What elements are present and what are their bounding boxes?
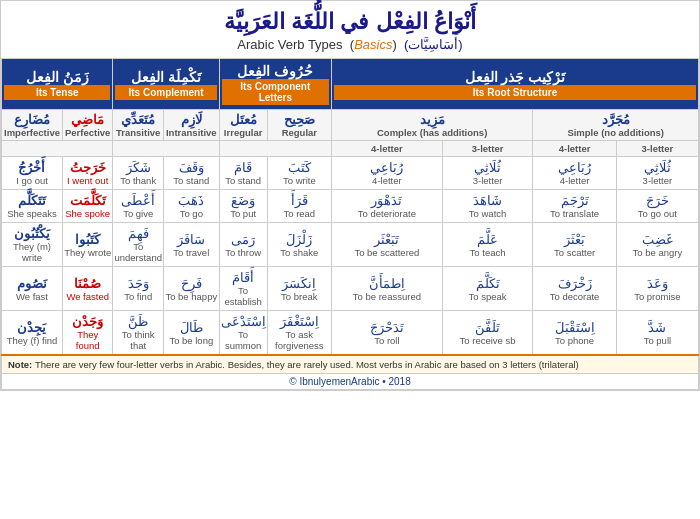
table-row: يَكْتُبُون They (m) write كَتَبُوا They … [2, 223, 699, 267]
subheader-irregular: مُعتَل Irregular [219, 110, 267, 141]
comp-empty [113, 141, 219, 157]
c4-label: 4-letter [332, 141, 443, 157]
cell-perf: خَرَجتُ I went out [62, 157, 112, 190]
subheader-intransitive: لَازِم Intransitive [163, 110, 219, 141]
table-row: يَجِدْن They (f) find وَجَدْن They found… [2, 311, 699, 356]
tense-empty [2, 141, 113, 157]
cell-intrans: سَافَرَ To travel [163, 223, 219, 267]
cell-irreg: أَقَامَ To establish [219, 267, 267, 311]
cell-intrans: ذَهَبَ To go [163, 190, 219, 223]
cell-trans: شَكَرَ To thank [113, 157, 164, 190]
s4-label: 4-letter [533, 141, 616, 157]
cell-intrans: وَقَفَ To stand [163, 157, 219, 190]
cell-intrans: طَالَ To be long [163, 311, 219, 356]
letter-count-row: 4-letter 3-letter 4-letter 3-letter [2, 141, 699, 157]
cell-irreg: وَضَعَ To put [219, 190, 267, 223]
cell-trans: فَهِمَ To understand [113, 223, 164, 267]
table-row: نَصُوم We fast صُمْنَا We fasted وَجَدَ … [2, 267, 699, 311]
note-label: Note: [8, 359, 35, 370]
cell-s4: اِسْتَقْبَلَ To phone [533, 311, 616, 356]
cell-s4: زَخْرَفَ To decorate [533, 267, 616, 311]
subheader-imperfective: مُضَارِع Imperfective [2, 110, 63, 141]
cell-c4: رُبَاعِي 4-letter [332, 157, 443, 190]
cell-c3: عَلَّمَ To teach [442, 223, 533, 267]
cell-s4: بَعْثَرَ To scatter [533, 223, 616, 267]
cell-s3: شَدَّ To pull [616, 311, 698, 356]
cell-s3: خَرَجَ To go out [616, 190, 698, 223]
header-root: تَرْكِيب جَذر الفِعل Its Root Structure [332, 59, 699, 110]
cell-perf: تَكَلَّمَت She spoke [62, 190, 112, 223]
cell-s3: وَعَدَ To promise [616, 267, 698, 311]
cell-intrans: فَرِحَ To be happy [163, 267, 219, 311]
cell-c4: اِطمَأَنَّ To be reassured [332, 267, 443, 311]
cell-irreg: قَامَ To stand [219, 157, 267, 190]
cell-trans: وَجَدَ To find [113, 267, 164, 311]
page-wrapper: أَنْوَاعُ الفِعْل في اللُّغَة العَرَبِيَ… [0, 0, 700, 391]
header-tense: زَمَنُ الفِعل Its Tense [2, 59, 113, 110]
header-complement: تَكْمِلَة الفِعل Its Complement [113, 59, 219, 110]
cell-reg: اِنكَسَرَ To break [267, 267, 331, 311]
cell-c3: ثُلَاثِي 3-letter [442, 157, 533, 190]
cell-imperf: تَتَكَلَّم She speaks [2, 190, 63, 223]
footer: © IbnulyemenArabic • 2018 [2, 374, 699, 390]
table-row: أَخْرُجُ I go out خَرَجتُ I went out شَك… [2, 157, 699, 190]
cell-c3: تَكَلَّمَ To speak [442, 267, 533, 311]
subheader-regular: صَحِيح Regular [267, 110, 331, 141]
cell-imperf: يَجِدْن They (f) find [2, 311, 63, 356]
subheader-transitive: مُتَعَدِّي Transitive [113, 110, 164, 141]
cell-trans: ظَنَّ To think that [113, 311, 164, 356]
cell-imperf: أَخْرُجُ I go out [2, 157, 63, 190]
c3-label: 3-letter [442, 141, 533, 157]
s3-label: 3-letter [616, 141, 698, 157]
subheader-simple: مُجَرَّد Simple (no additions) [533, 110, 699, 141]
main-title-block: أَنْوَاعُ الفِعْل في اللُّغَة العَرَبِيَ… [1, 1, 699, 37]
cell-s3: ثُلَاثِي 3-letter [616, 157, 698, 190]
cell-c3: تَلَفَّنَ To receive sb [442, 311, 533, 356]
cell-c4: تَدَهْوَر To deteriorate [332, 190, 443, 223]
cell-s4: رُبَاعِي 4-letter [533, 157, 616, 190]
cell-c4: تَبَعْثَر To be scattered [332, 223, 443, 267]
note-text: There are very few four-letter verbs in … [35, 359, 579, 370]
main-title-arabic: أَنْوَاعُ الفِعْل في اللُّغَة العَرَبِيَ… [5, 9, 695, 35]
cell-reg: قَرَأَ To read [267, 190, 331, 223]
cell-perf: وَجَدْن They found [62, 311, 112, 356]
cell-perf: كَتَبُوا They wrote [62, 223, 112, 267]
subheader-perfective: مَاضِي Perfective [62, 110, 112, 141]
note-row: Note: There are very few four-letter ver… [2, 355, 699, 374]
cell-reg: كَتَبَ To write [267, 157, 331, 190]
subtitle-basics: Basics [354, 37, 392, 52]
cell-trans: أَعْطَى To give [113, 190, 164, 223]
cell-c3: شَاهَدَ To watch [442, 190, 533, 223]
subtitle-en: Arabic Verb Types [237, 37, 342, 52]
cell-reg: اِسْتَغْفَرَ To ask forgiveness [267, 311, 331, 356]
letters-empty [219, 141, 331, 157]
cell-s3: غَضِبَ To be angry [616, 223, 698, 267]
main-table: زَمَنُ الفِعل Its Tense تَكْمِلَة الفِعل… [1, 58, 699, 390]
subheader-row: مُضَارِع Imperfective مَاضِي Perfective … [2, 110, 699, 141]
cell-c4: تَدَحْرَجَ To roll [332, 311, 443, 356]
cell-imperf: يَكْتُبُون They (m) write [2, 223, 63, 267]
cell-imperf: نَصُوم We fast [2, 267, 63, 311]
cell-irreg: رَمَى To throw [219, 223, 267, 267]
cell-perf: صُمْنَا We fasted [62, 267, 112, 311]
header-letters: حُرُوف الفِعل Its Component Letters [219, 59, 331, 110]
subtitle-arabic: (أَسَاسِيَّات) [404, 37, 463, 52]
cell-irreg: اِسْتَدْعَى To summon [219, 311, 267, 356]
cell-reg: زَلْزَلَ To shake [267, 223, 331, 267]
table-row: تَتَكَلَّم She speaks تَكَلَّمَت She spo… [2, 190, 699, 223]
subtitle-block: Arabic Verb Types (Basics) (أَسَاسِيَّات… [1, 37, 699, 58]
cell-s4: تَرْجَمَ To translate [533, 190, 616, 223]
subheader-complex: مَزِيد Complex (has additions) [332, 110, 533, 141]
